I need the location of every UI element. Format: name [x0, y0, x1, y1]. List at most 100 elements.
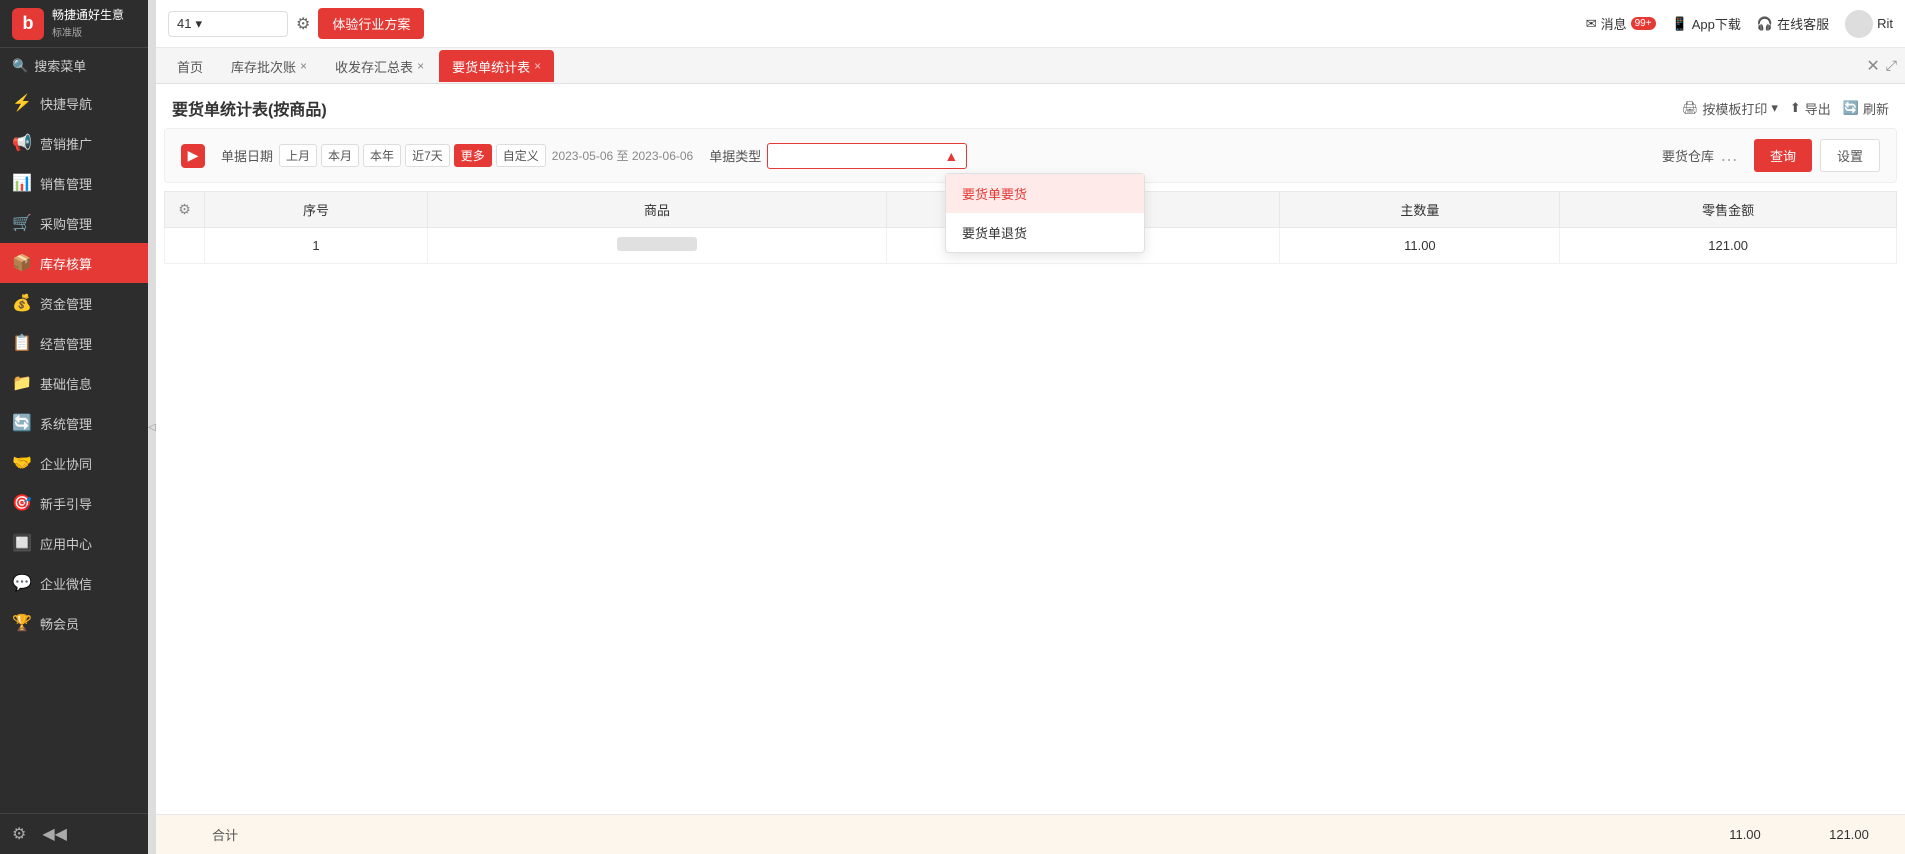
chevron-down-icon: ▾	[195, 16, 202, 32]
quick-nav-icon: ⚡	[12, 93, 32, 113]
sidebar-item-operations[interactable]: 📋 经营管理	[0, 323, 148, 363]
message-icon: ✉	[1586, 16, 1597, 32]
sidebar-item-purchase[interactable]: 🛒 采购管理	[0, 203, 148, 243]
date-btn-this-month[interactable]: 本月	[321, 144, 359, 167]
table-footer: 合计 11.00 121.00	[156, 814, 1905, 854]
messages-badge: 99+	[1631, 17, 1656, 30]
dropdown-item-yh-return[interactable]: 要货单退货	[946, 213, 1144, 252]
sidebar-logo: b 畅捷通好生意 标准版	[0, 0, 148, 48]
col-header-no: 序号	[205, 192, 428, 228]
topbar-gear-icon[interactable]: ⚙	[296, 14, 310, 34]
sidebar-item-inventory[interactable]: 📦 库存核算	[0, 243, 148, 283]
date-btn-last-7days[interactable]: 近7天	[405, 144, 450, 167]
messages-label: 消息	[1601, 14, 1627, 33]
tab-order-stats[interactable]: 要货单统计表 ×	[439, 50, 554, 82]
date-btn-more[interactable]: 更多	[454, 144, 492, 167]
expand-tabs-button[interactable]: ⤢	[1886, 57, 1897, 74]
search-icon: 🔍	[12, 58, 28, 74]
wechat-icon: 💬	[12, 573, 32, 593]
dropdown-item-yh-order[interactable]: 要货单要货	[946, 174, 1144, 213]
user-profile[interactable]: Rit	[1845, 10, 1893, 38]
sidebar-item-app-center[interactable]: 🔲 应用中心	[0, 523, 148, 563]
inventory-batch-tab-label: 库存批次账	[231, 57, 296, 76]
footer-amount: 121.00	[1809, 827, 1889, 842]
column-settings-icon[interactable]: ⚙	[178, 201, 191, 217]
refresh-btn[interactable]: 🔄 刷新	[1843, 99, 1889, 118]
refresh-label: 刷新	[1863, 99, 1889, 118]
settings-btn[interactable]: 设置	[1820, 139, 1880, 172]
date-btn-custom[interactable]: 自定义	[496, 144, 546, 167]
online-service-action[interactable]: 🎧 在线客服	[1757, 14, 1829, 33]
system-icon: 🔄	[12, 413, 32, 433]
tab-home[interactable]: 首页	[164, 50, 216, 82]
sidebar-item-marketing[interactable]: 📢 营销推广	[0, 123, 148, 163]
tab-close-order-stats[interactable]: ×	[534, 59, 541, 73]
sidebar-collapse-handle[interactable]: ◁	[148, 0, 156, 854]
app-center-icon: 🔲	[12, 533, 32, 553]
export-btn[interactable]: ⬆ 导出	[1790, 99, 1831, 118]
type-input[interactable]	[776, 148, 944, 163]
tab-close-collect-summary[interactable]: ×	[417, 59, 424, 73]
print-label: 按模板打印	[1702, 99, 1767, 118]
sidebar-item-members[interactable]: 🏆 畅会员	[0, 603, 148, 643]
footer-qty: 11.00	[1705, 827, 1785, 842]
cell-qty: 11.00	[1280, 228, 1560, 264]
sidebar-item-quick-nav[interactable]: ⚡ 快捷导航	[0, 83, 148, 123]
app-name-block: 畅捷通好生意 标准版	[52, 8, 124, 39]
avatar	[1845, 10, 1873, 38]
branch-value: 41	[177, 16, 191, 31]
sales-icon: 📊	[12, 173, 32, 193]
sidebar-item-label: 销售管理	[40, 174, 92, 193]
sidebar-item-guide[interactable]: 🎯 新手引导	[0, 483, 148, 523]
query-btn[interactable]: 查询	[1754, 139, 1812, 172]
sidebar-item-label: 基础信息	[40, 374, 92, 393]
blurred-product	[617, 237, 697, 251]
tab-close-inventory-batch[interactable]: ×	[300, 59, 307, 73]
type-select-box[interactable]: ▲	[767, 143, 967, 169]
purchase-icon: 🛒	[12, 213, 32, 233]
tab-inventory-batch[interactable]: 库存批次账 ×	[218, 50, 320, 82]
sidebar-item-label: 资金管理	[40, 294, 92, 313]
sidebar-item-basic-info[interactable]: 📁 基础信息	[0, 363, 148, 403]
type-select-chevron-icon[interactable]: ▲	[944, 148, 958, 164]
sidebar-item-label: 经营管理	[40, 334, 92, 353]
sidebar-item-system[interactable]: 🔄 系统管理	[0, 403, 148, 443]
tab-collect-summary[interactable]: 收发存汇总表 ×	[322, 50, 437, 82]
sidebar-item-finance[interactable]: 💰 资金管理	[0, 283, 148, 323]
collect-summary-tab-label: 收发存汇总表	[335, 57, 413, 76]
sidebar-item-label: 营销推广	[40, 134, 92, 153]
branch-selector[interactable]: 41 ▾	[168, 11, 288, 37]
warehouse-more-icon[interactable]: …	[1720, 145, 1738, 166]
close-all-tabs-button[interactable]: ✕	[1866, 56, 1879, 76]
table-container: ⚙ 序号 商品 主计量单位 主数量 零售金额 1	[164, 191, 1897, 806]
export-label: 导出	[1805, 99, 1831, 118]
cell-no: 1	[205, 228, 428, 264]
download-icon: 📱	[1672, 16, 1688, 32]
date-btn-last-month[interactable]: 上月	[279, 144, 317, 167]
date-btn-this-year[interactable]: 本年	[363, 144, 401, 167]
type-filter-label: 单据类型	[709, 146, 761, 165]
print-icon: 🖨	[1682, 100, 1699, 116]
sidebar-item-wechat[interactable]: 💬 企业微信	[0, 563, 148, 603]
date-shortcuts: 上月 本月 本年 近7天 更多 自定义	[279, 144, 546, 167]
col-header-product: 商品	[428, 192, 887, 228]
sidebar-item-label: 企业微信	[40, 574, 92, 593]
online-service-label: 在线客服	[1777, 14, 1829, 33]
date-filter-group: 单据日期 上月 本月 本年 近7天 更多 自定义 2023-05-06 至 20…	[221, 144, 693, 167]
print-chevron-icon: ▾	[1771, 100, 1778, 116]
sidebar-item-label: 采购管理	[40, 214, 92, 233]
sidebar-item-label: 应用中心	[40, 534, 92, 553]
settings-icon[interactable]: ⚙	[12, 824, 26, 844]
sidebar-search-item[interactable]: 🔍 搜索菜单	[0, 48, 148, 83]
trial-btn[interactable]: 体验行业方案	[318, 8, 424, 39]
page-content: 要货单统计表(按商品) 🖨 按模板打印 ▾ ⬆ 导出 🔄 刷新 ▶	[156, 84, 1905, 854]
filter-expand-btn[interactable]: ▶	[181, 144, 205, 168]
tabbar: 首页 库存批次账 × 收发存汇总表 × 要货单统计表 × ✕ ⤢	[156, 48, 1905, 84]
collapse-icon[interactable]: ◀◀	[42, 824, 67, 844]
print-btn[interactable]: 🖨 按模板打印 ▾	[1682, 99, 1778, 118]
app-download-action[interactable]: 📱 App下载	[1672, 14, 1741, 33]
messages-action[interactable]: ✉ 消息 99+	[1586, 14, 1656, 33]
finance-icon: 💰	[12, 293, 32, 313]
sidebar-item-enterprise[interactable]: 🤝 企业协同	[0, 443, 148, 483]
sidebar-item-sales[interactable]: 📊 销售管理	[0, 163, 148, 203]
